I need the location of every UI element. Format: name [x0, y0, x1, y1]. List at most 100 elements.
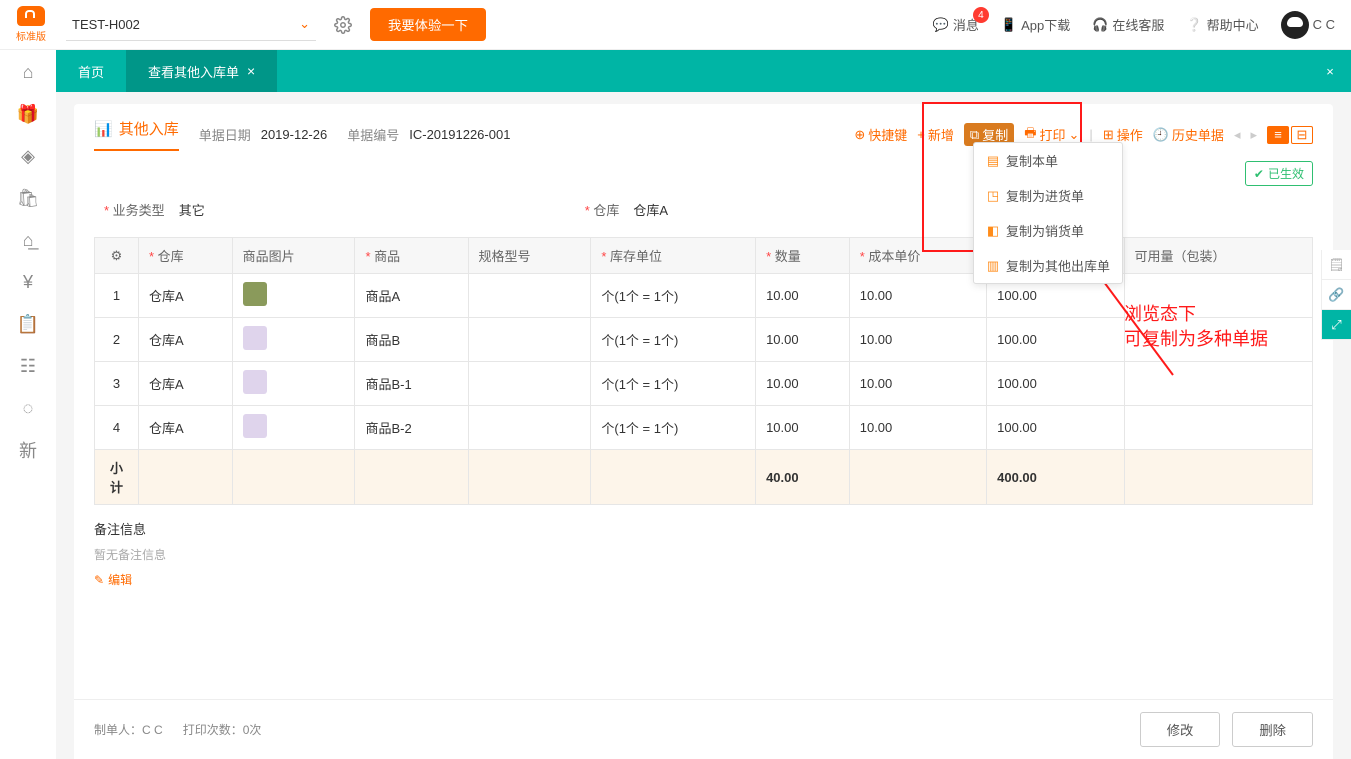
doc-no: IC-20191226-001 — [409, 127, 510, 142]
tag-icon: ◧ — [986, 224, 1000, 238]
home-icon[interactable]: ⌂ — [18, 62, 38, 82]
printcount-info: 打印次数：0次 — [183, 721, 262, 738]
doc-type-tab[interactable]: 📊 其他入库 — [94, 118, 179, 151]
remark-empty: 暂无备注信息 — [94, 546, 1313, 563]
box-icon: ◳ — [986, 189, 1000, 203]
list-view-toggle[interactable]: ≡ — [1267, 126, 1289, 144]
gear-icon[interactable] — [334, 16, 352, 34]
col-qty: 数量 — [756, 238, 850, 274]
try-button[interactable]: 我要体验一下 — [370, 8, 486, 41]
history-icon: 🕘 — [1153, 127, 1169, 143]
remark-title: 备注信息 — [94, 519, 1313, 538]
doc-icon: ▤ — [986, 154, 1000, 168]
target-icon: ⊕ — [854, 127, 865, 143]
col-warehouse: 仓库 — [139, 238, 233, 274]
shortcut-link[interactable]: ⊕快捷键 — [854, 125, 907, 144]
prev-icon[interactable]: ◂ — [1234, 127, 1241, 143]
avatar — [1281, 11, 1309, 39]
service-link[interactable]: 🎧 在线客服 — [1092, 15, 1164, 34]
items-table: ⚙ 仓库 商品图片 商品 规格型号 库存单位 数量 成本单价 成本金额 可用 — [94, 237, 1313, 505]
tab-home[interactable]: 首页 — [56, 50, 126, 92]
biztype-label: 业务类型 — [104, 200, 165, 219]
dropdown-copy-other-out[interactable]: ▥复制为其他出库单 — [974, 248, 1122, 283]
tab-view-other-inbound[interactable]: 查看其他入库单 × — [126, 50, 277, 92]
copy-dropdown: ▤复制本单 ◳复制为进货单 ◧复制为销货单 ▥复制为其他出库单 — [973, 142, 1123, 284]
user-menu[interactable]: C C — [1281, 11, 1335, 39]
close-all-tabs[interactable]: × — [1309, 50, 1351, 92]
chevron-down-icon: ⌄ — [1069, 127, 1080, 143]
col-spec: 规格型号 — [468, 238, 591, 274]
product-image-icon — [243, 370, 267, 394]
table-row[interactable]: 4 仓库A 商品B-2 个(1个 = 1个) 10.00 10.00 100.0… — [95, 406, 1313, 450]
copy-icon: ⧉ — [970, 127, 979, 143]
chevron-down-icon: ⌄ — [299, 16, 310, 32]
gift-icon[interactable]: 🎁 — [18, 104, 38, 124]
col-available: 可用量（包装） — [1124, 238, 1312, 274]
biztype-value: 其它 — [179, 200, 205, 219]
new-icon[interactable]: 新 — [18, 440, 38, 460]
edit-remark-link[interactable]: ✎编辑 — [94, 571, 1313, 588]
link-icon[interactable]: 🔗 — [1321, 280, 1351, 310]
app-download-link[interactable]: 📱 App下载 — [1001, 15, 1070, 34]
money-icon[interactable]: ¥ — [18, 272, 38, 292]
bag-icon[interactable]: 🛍 — [18, 188, 38, 208]
messages-link[interactable]: 💬 消息 4 — [933, 15, 979, 34]
page-tabs: 首页 查看其他入库单 × × — [56, 50, 1351, 92]
col-image: 商品图片 — [232, 238, 355, 274]
out-icon: ▥ — [986, 259, 1000, 273]
next-icon[interactable]: ▸ — [1250, 127, 1257, 143]
contacts-icon[interactable]: ☷ — [18, 356, 38, 376]
warehouse-icon[interactable]: ⌂̲ — [18, 230, 38, 250]
product-image-icon — [243, 326, 267, 350]
col-price: 成本单价 — [849, 238, 986, 274]
doc-date: 2019-12-26 — [261, 127, 328, 142]
message-badge: 4 — [973, 7, 989, 23]
history-button[interactable]: 🕘历史单据 — [1153, 125, 1224, 144]
col-unit: 库存单位 — [591, 238, 756, 274]
close-icon[interactable]: × — [247, 63, 255, 79]
product-image-icon — [243, 282, 267, 306]
check-icon: ✔ — [1254, 167, 1264, 181]
maker-info: 制单人：C C — [94, 721, 163, 738]
table-row[interactable]: 2 仓库A 商品B 个(1个 = 1个) 10.00 10.00 100.00 — [95, 318, 1313, 362]
grid-icon: ⊞ — [1103, 127, 1114, 143]
dropdown-copy-this[interactable]: ▤复制本单 — [974, 143, 1122, 178]
clipboard-icon[interactable]: 📋 — [18, 314, 38, 334]
inbound-icon: 📊 — [94, 120, 113, 138]
note-icon[interactable]: 🗒 — [1321, 250, 1351, 280]
chat-icon: 💬 — [933, 17, 949, 33]
gear-icon: ⚙ — [111, 248, 123, 263]
table-row[interactable]: 3 仓库A 商品B-1 个(1个 = 1个) 10.00 10.00 100.0… — [95, 362, 1313, 406]
add-button[interactable]: +新增 — [917, 125, 954, 144]
status-badge: ✔ 已生效 — [1245, 161, 1313, 186]
recycle-icon[interactable]: ◌ — [18, 398, 38, 418]
right-rail: 🗒 🔗 ⤢ — [1321, 250, 1351, 340]
headset-icon: 🎧 — [1092, 17, 1108, 33]
subtotal-row: 小计 40.00 400.00 — [95, 450, 1313, 505]
diamond-icon[interactable]: ◈ — [18, 146, 38, 166]
card-view-toggle[interactable]: ⊟ — [1291, 126, 1313, 144]
warehouse-label: 仓库 — [585, 200, 620, 219]
org-selector[interactable]: TEST-H002 ⌄ — [66, 9, 316, 41]
col-gear[interactable]: ⚙ — [95, 238, 139, 274]
modify-button[interactable]: 修改 — [1140, 712, 1221, 747]
expand-icon[interactable]: ⤢ — [1321, 310, 1351, 340]
topbar: 标准版 TEST-H002 ⌄ 我要体验一下 💬 消息 4 📱 App下载 🎧 … — [0, 0, 1351, 50]
doc-no-label: 单据编号 — [347, 125, 399, 144]
delete-button[interactable]: 删除 — [1232, 712, 1313, 747]
help-icon: ❔ — [1186, 17, 1202, 33]
doc-date-label: 单据日期 — [199, 125, 251, 144]
help-link[interactable]: ❔ 帮助中心 — [1186, 15, 1258, 34]
left-nav: ⌂ 🎁 ◈ 🛍 ⌂̲ ¥ 📋 ☷ ◌ 新 — [0, 50, 56, 759]
org-name: TEST-H002 — [72, 17, 140, 32]
table-row[interactable]: 1 仓库A 商品A 个(1个 = 1个) 10.00 10.00 100.00 — [95, 274, 1313, 318]
logo-icon — [17, 6, 45, 26]
plus-icon: + — [917, 127, 925, 142]
logo-label: 标准版 — [16, 28, 46, 43]
dropdown-copy-sale[interactable]: ◧复制为销货单 — [974, 213, 1122, 248]
dropdown-copy-inbound[interactable]: ◳复制为进货单 — [974, 178, 1122, 213]
warehouse-value: 仓库A — [633, 200, 668, 219]
logo: 标准版 — [16, 6, 46, 43]
edit-icon: ✎ — [94, 573, 104, 587]
product-image-icon — [243, 414, 267, 438]
